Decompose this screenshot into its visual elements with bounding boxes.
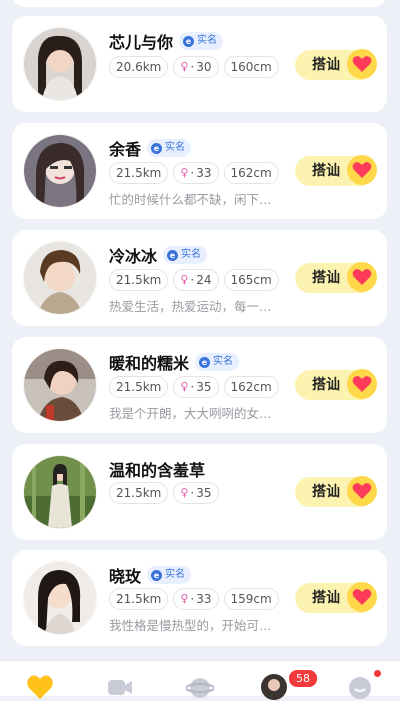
heart-tab-icon[interactable] — [26, 673, 54, 699]
verified-badge: e 实名 — [163, 246, 208, 264]
distance-tag: 21.5km — [109, 482, 169, 504]
name-row: 芯儿与你 e 实名 — [109, 29, 224, 53]
heart-icon — [347, 155, 377, 185]
age-tag: ♀ · 30 — [173, 56, 219, 78]
greet-label: 搭讪 — [312, 484, 340, 500]
heart-icon — [347, 49, 377, 79]
avatar[interactable] — [24, 242, 96, 314]
distance-tag: 21.5km — [109, 269, 169, 291]
distance-tag: 21.5km — [109, 162, 169, 184]
name-row: 暖和的糯米 e 实名 — [109, 350, 240, 374]
user-name: 冷冰冰 — [109, 247, 158, 266]
avatar[interactable] — [24, 135, 96, 207]
planet-tab-icon[interactable] — [186, 673, 214, 698]
female-icon: ♀ — [180, 60, 189, 73]
verified-badge: e 实名 — [147, 139, 192, 157]
user-bio: 我性格是慢热型的，开始可… — [109, 618, 272, 633]
avatar[interactable] — [24, 562, 96, 634]
avatar[interactable] — [24, 349, 96, 421]
name-row: 余香 e 实名 — [109, 136, 192, 160]
user-card[interactable]: 冷冰冰 e 实名 21.5km ♀ · 24 165cm 热爱生活，热爱运动，每一… … — [12, 230, 387, 326]
female-icon: ♀ — [180, 273, 189, 286]
greet-button[interactable]: 搭讪 — [295, 369, 377, 400]
age-tag: ♀ · 35 — [173, 482, 219, 504]
notification-dot — [374, 670, 381, 677]
height-tag: 159cm — [223, 588, 279, 610]
heart-icon — [347, 476, 377, 506]
age-tag: ♀ · 24 — [173, 269, 219, 291]
distance-tag: 21.5km — [109, 376, 169, 398]
height-tag: 160cm — [223, 56, 279, 78]
distance-tag: 21.5km — [109, 588, 169, 610]
female-icon: ♀ — [180, 592, 189, 605]
verified-icon: e — [199, 356, 211, 368]
verified-badge: e 实名 — [147, 566, 192, 584]
video-tab-icon[interactable] — [106, 673, 134, 696]
female-icon: ♀ — [180, 486, 189, 499]
user-card[interactable]: 温和的含羞草 21.5km ♀ · 35 搭讪 — [12, 444, 387, 540]
greet-label: 搭讪 — [312, 590, 340, 606]
female-icon: ♀ — [180, 166, 189, 179]
greet-button[interactable]: 搭讪 — [295, 155, 377, 186]
user-tags: 20.6km ♀ · 30 160cm — [109, 56, 279, 78]
user-card[interactable]: 芯儿与你 e 实名 20.6km ♀ · 30 160cm 搭讪 — [12, 16, 387, 112]
user-tags: 21.5km ♀ · 33 162cm — [109, 162, 279, 184]
message-avatar-icon[interactable] — [260, 673, 288, 700]
greet-label: 搭讪 — [312, 270, 340, 286]
female-icon: ♀ — [180, 380, 189, 393]
user-tags: 21.5km ♀ · 35 162cm — [109, 376, 279, 398]
user-card[interactable]: 晓玫 e 实名 21.5km ♀ · 33 159cm 我性格是慢热型的，开始可… 搭… — [12, 550, 387, 646]
greet-button[interactable]: 搭讪 — [295, 476, 377, 507]
greet-label: 搭讪 — [312, 57, 340, 73]
greet-button[interactable]: 搭讪 — [295, 262, 377, 293]
user-tags: 21.5km ♀ · 35 — [109, 482, 219, 504]
user-tags: 21.5km ♀ · 24 165cm — [109, 269, 279, 291]
message-count-badge: 58 — [288, 669, 318, 688]
user-name: 余香 — [109, 140, 142, 159]
verified-icon: e — [183, 35, 195, 47]
user-bio: 我是个开朗，大大咧咧的女… — [109, 406, 272, 421]
name-row: 温和的含羞草 — [109, 457, 205, 481]
height-tag: 162cm — [223, 162, 279, 184]
user-card[interactable]: 暖和的糯米 e 实名 21.5km ♀ · 35 162cm 我是个开朗，大大咧咧的女… — [12, 337, 387, 433]
verified-icon: e — [151, 569, 163, 581]
verified-icon: e — [151, 142, 163, 154]
profile-tab-icon[interactable] — [346, 673, 374, 699]
user-name: 温和的含羞草 — [109, 461, 206, 480]
user-bio: 忙的时候什么都不缺，闲下… — [109, 192, 272, 207]
height-tag: 162cm — [223, 376, 279, 398]
name-row: 冷冰冰 e 实名 — [109, 243, 208, 267]
distance-tag: 20.6km — [109, 56, 169, 78]
age-tag: ♀ · 33 — [173, 588, 219, 610]
heart-icon — [347, 262, 377, 292]
age-tag: ♀ · 35 — [173, 376, 219, 398]
user-card[interactable]: 余香 e 实名 21.5km ♀ · 33 162cm 忙的时候什么都不缺，闲下… 搭… — [12, 123, 387, 219]
age-tag: ♀ · 33 — [173, 162, 219, 184]
verified-icon: e — [167, 249, 179, 261]
verified-badge: e 实名 — [179, 32, 224, 50]
bottom-tab-bar — [0, 660, 400, 700]
user-bio: 热爱生活，热爱运动，每一… — [109, 299, 272, 314]
user-name: 芯儿与你 — [109, 33, 174, 52]
name-row: 晓玫 e 实名 — [109, 563, 192, 587]
avatar[interactable] — [24, 28, 96, 100]
height-tag: 165cm — [223, 269, 279, 291]
avatar[interactable] — [24, 456, 96, 528]
greet-label: 搭讪 — [312, 163, 340, 179]
verified-badge: e 实名 — [195, 353, 240, 371]
user-name: 暖和的糯米 — [109, 354, 190, 373]
user-tags: 21.5km ♀ · 33 159cm — [109, 588, 279, 610]
previous-card-stub — [12, 0, 387, 7]
heart-icon — [347, 582, 377, 612]
greet-button[interactable]: 搭讪 — [295, 582, 377, 613]
greet-button[interactable]: 搭讪 — [295, 49, 377, 80]
heart-icon — [347, 369, 377, 399]
greet-label: 搭讪 — [312, 377, 340, 393]
user-name: 晓玫 — [109, 567, 142, 586]
